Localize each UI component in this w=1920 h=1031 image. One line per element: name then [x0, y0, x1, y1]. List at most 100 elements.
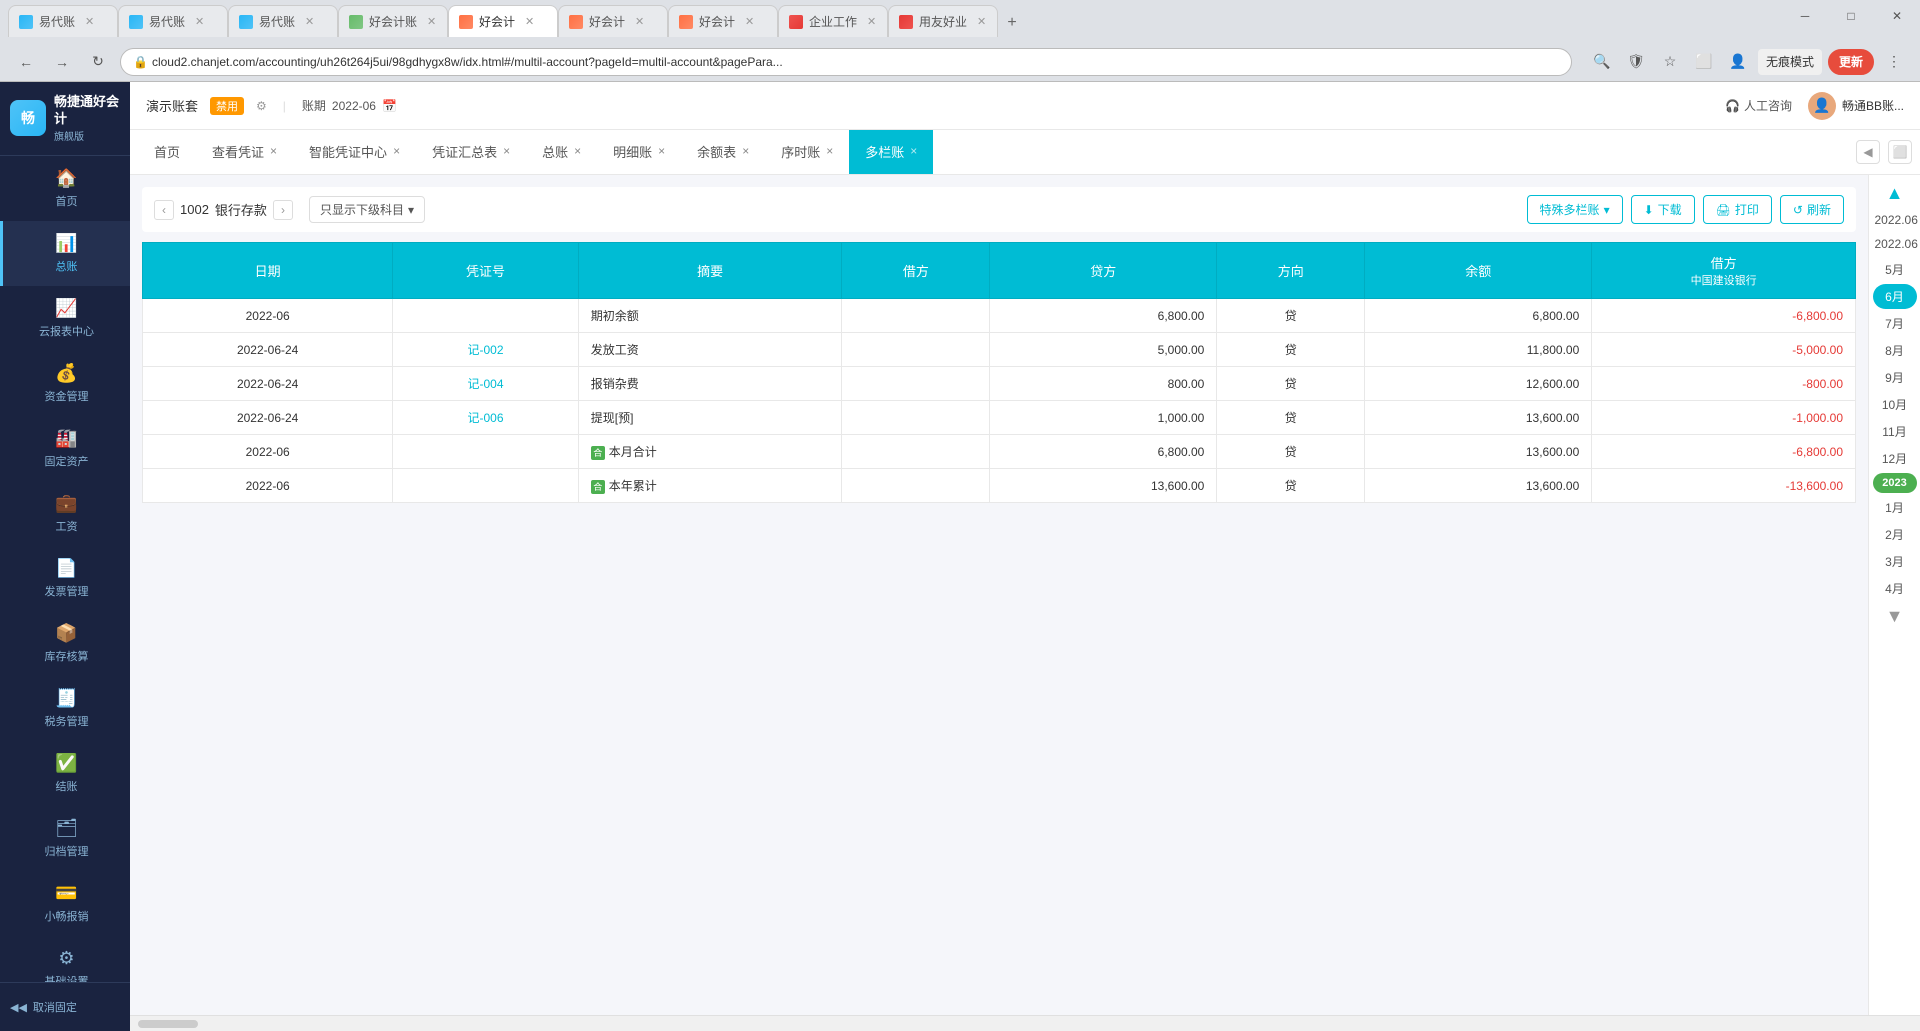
- sub-tab-smart-voucher-close[interactable]: ×: [393, 144, 400, 158]
- reload-button[interactable]: ↻: [84, 48, 112, 76]
- tab-close-5[interactable]: ✕: [525, 15, 534, 28]
- timeline-scroll-up[interactable]: ▲: [1886, 183, 1904, 204]
- scrollbar-thumb[interactable]: [138, 1020, 198, 1028]
- print-button[interactable]: 🖨 打印: [1703, 195, 1772, 224]
- sidebar-item-reports[interactable]: 📈 云报表中心: [0, 286, 130, 351]
- browser-tab-3[interactable]: 易代账 ✕: [228, 5, 338, 37]
- sidebar-item-home[interactable]: 🏠 首页: [0, 156, 130, 221]
- back-button[interactable]: ←: [12, 48, 40, 76]
- period-selector[interactable]: 账期 2022-06 📅: [302, 97, 397, 114]
- sub-tab-multi-column-close[interactable]: ×: [910, 144, 917, 158]
- sub-tab-detail-ledger-close[interactable]: ×: [658, 144, 665, 158]
- search-icon[interactable]: 🔍: [1588, 48, 1616, 76]
- timeline-12yue[interactable]: 12月: [1873, 446, 1917, 471]
- minimize-button[interactable]: ─: [1782, 0, 1828, 32]
- sidebar-item-settings[interactable]: ⚙ 基础设置: [0, 936, 130, 982]
- browser-tab-5[interactable]: 好会计 ✕: [448, 5, 558, 37]
- timeline-6yue[interactable]: 6月: [1873, 284, 1917, 309]
- sub-tab-general-ledger-close[interactable]: ×: [574, 144, 581, 158]
- tab-close-4[interactable]: ✕: [427, 15, 436, 28]
- forward-button[interactable]: →: [48, 48, 76, 76]
- sidebar-item-capital[interactable]: 💰 资金管理: [0, 351, 130, 416]
- account-next-button[interactable]: ›: [273, 200, 293, 220]
- profile-icon[interactable]: 👤: [1724, 48, 1752, 76]
- tab-close-8[interactable]: ✕: [867, 15, 876, 28]
- timeline-9yue[interactable]: 9月: [1873, 365, 1917, 390]
- browser-tab-1[interactable]: 易代账 ✕: [8, 5, 118, 37]
- tab-close-3[interactable]: ✕: [305, 15, 314, 28]
- timeline-4yue[interactable]: 4月: [1873, 576, 1917, 601]
- close-window-button[interactable]: ✕: [1874, 0, 1920, 32]
- settings-icon[interactable]: ⚙: [256, 99, 267, 113]
- tab-close-7[interactable]: ✕: [745, 15, 754, 28]
- sub-tab-sequence[interactable]: 序时账 ×: [765, 130, 849, 174]
- menu-icon[interactable]: ⋮: [1880, 48, 1908, 76]
- sub-tab-smart-voucher[interactable]: 智能凭证中心 ×: [293, 130, 416, 174]
- timeline-5yue[interactable]: 5月: [1873, 257, 1917, 282]
- sub-tab-detail-ledger[interactable]: 明细账 ×: [597, 130, 681, 174]
- sidebar-item-expense[interactable]: 💳 小畅报销: [0, 871, 130, 936]
- tab-close-6[interactable]: ✕: [635, 15, 644, 28]
- timeline-year-2023[interactable]: 2023: [1873, 473, 1917, 493]
- timeline-2022-06-a[interactable]: 2022.06: [1873, 209, 1917, 231]
- timeline-scroll-down[interactable]: ▼: [1886, 606, 1904, 627]
- sidebar-item-settle[interactable]: ✅ 结账: [0, 741, 130, 806]
- sidebar-item-tax[interactable]: 🧾 税务管理: [0, 676, 130, 741]
- new-tab-button[interactable]: +: [998, 9, 1026, 37]
- expand-right-button[interactable]: ⬜: [1888, 140, 1912, 164]
- tab-close-2[interactable]: ✕: [195, 15, 204, 28]
- cast-icon[interactable]: ⬜: [1690, 48, 1718, 76]
- unpin-button[interactable]: ◀◀ 取消固定: [6, 993, 124, 1021]
- user-info[interactable]: 👤 畅通BB账...: [1808, 92, 1904, 120]
- browser-tab-9[interactable]: 用友好业 ✕: [888, 5, 998, 37]
- browser-tab-7[interactable]: 好会计 ✕: [668, 5, 778, 37]
- timeline-10yue[interactable]: 10月: [1873, 392, 1917, 417]
- sidebar-item-inventory[interactable]: 📦 库存核算: [0, 611, 130, 676]
- browser-tab-8[interactable]: 企业工作 ✕: [778, 5, 888, 37]
- filter-dropdown[interactable]: 只显示下级科目 ▾: [309, 196, 425, 223]
- maximize-button[interactable]: □: [1828, 0, 1874, 32]
- update-button[interactable]: 更新: [1828, 49, 1874, 75]
- sub-tab-voucher-summary-close[interactable]: ×: [503, 144, 510, 158]
- bottom-scrollbar[interactable]: [130, 1015, 1920, 1031]
- voucher-link[interactable]: 记-004: [468, 377, 504, 391]
- browser-tab-4[interactable]: 好会计账 ✕: [338, 5, 448, 37]
- voucher-link[interactable]: 记-006: [468, 411, 504, 425]
- sub-tab-voucher-view[interactable]: 查看凭证 ×: [196, 130, 293, 174]
- sidebar-item-salary[interactable]: 💼 工资: [0, 481, 130, 546]
- sidebar-item-assets[interactable]: 🏭 固定资产: [0, 416, 130, 481]
- sidebar-item-ledger[interactable]: 📊 总账: [0, 221, 130, 286]
- sub-tab-general-ledger[interactable]: 总账 ×: [526, 130, 597, 174]
- browser-tab-2[interactable]: 易代账 ✕: [118, 5, 228, 37]
- address-bar[interactable]: 🔒 cloud2.chanjet.com/accounting/uh26t264…: [120, 48, 1572, 76]
- download-button[interactable]: ⬇ 下载: [1631, 195, 1695, 224]
- sub-tab-sequence-close[interactable]: ×: [826, 144, 833, 158]
- account-prev-button[interactable]: ‹: [154, 200, 174, 220]
- timeline-8yue[interactable]: 8月: [1873, 338, 1917, 363]
- timeline-3yue[interactable]: 3月: [1873, 549, 1917, 574]
- timeline-2022-06-b[interactable]: 2022.06: [1873, 233, 1917, 255]
- browser-tab-6[interactable]: 好会计 ✕: [558, 5, 668, 37]
- sidebar-item-archive[interactable]: 🗂 归档管理: [0, 806, 130, 871]
- timeline-11yue[interactable]: 11月: [1873, 419, 1917, 444]
- sub-tab-balance-close[interactable]: ×: [742, 144, 749, 158]
- special-multicolumn-button[interactable]: 特殊多栏账 ▾: [1527, 195, 1623, 224]
- sub-tab-multi-column[interactable]: 多栏账 ×: [849, 130, 933, 174]
- refresh-button[interactable]: ↺ 刷新: [1780, 195, 1844, 224]
- timeline-1yue[interactable]: 1月: [1873, 495, 1917, 520]
- no-trace-button[interactable]: 无痕模式: [1758, 49, 1822, 75]
- timeline-7yue[interactable]: 7月: [1873, 311, 1917, 336]
- sub-tab-home[interactable]: 首页: [138, 130, 196, 174]
- tab-close-1[interactable]: ✕: [85, 15, 94, 28]
- sub-tab-voucher-view-close[interactable]: ×: [270, 144, 277, 158]
- sub-tab-voucher-summary[interactable]: 凭证汇总表 ×: [416, 130, 526, 174]
- collapse-left-button[interactable]: ◀: [1856, 140, 1880, 164]
- sub-tab-balance[interactable]: 余额表 ×: [681, 130, 765, 174]
- timeline-2yue[interactable]: 2月: [1873, 522, 1917, 547]
- voucher-link[interactable]: 记-002: [468, 343, 504, 357]
- shield-icon[interactable]: 🛡: [1622, 48, 1650, 76]
- sidebar-item-invoice[interactable]: 📄 发票管理: [0, 546, 130, 611]
- consultant-button[interactable]: 🎧 人工咨询: [1725, 97, 1792, 114]
- tab-close-9[interactable]: ✕: [977, 15, 986, 28]
- star-icon[interactable]: ☆: [1656, 48, 1684, 76]
